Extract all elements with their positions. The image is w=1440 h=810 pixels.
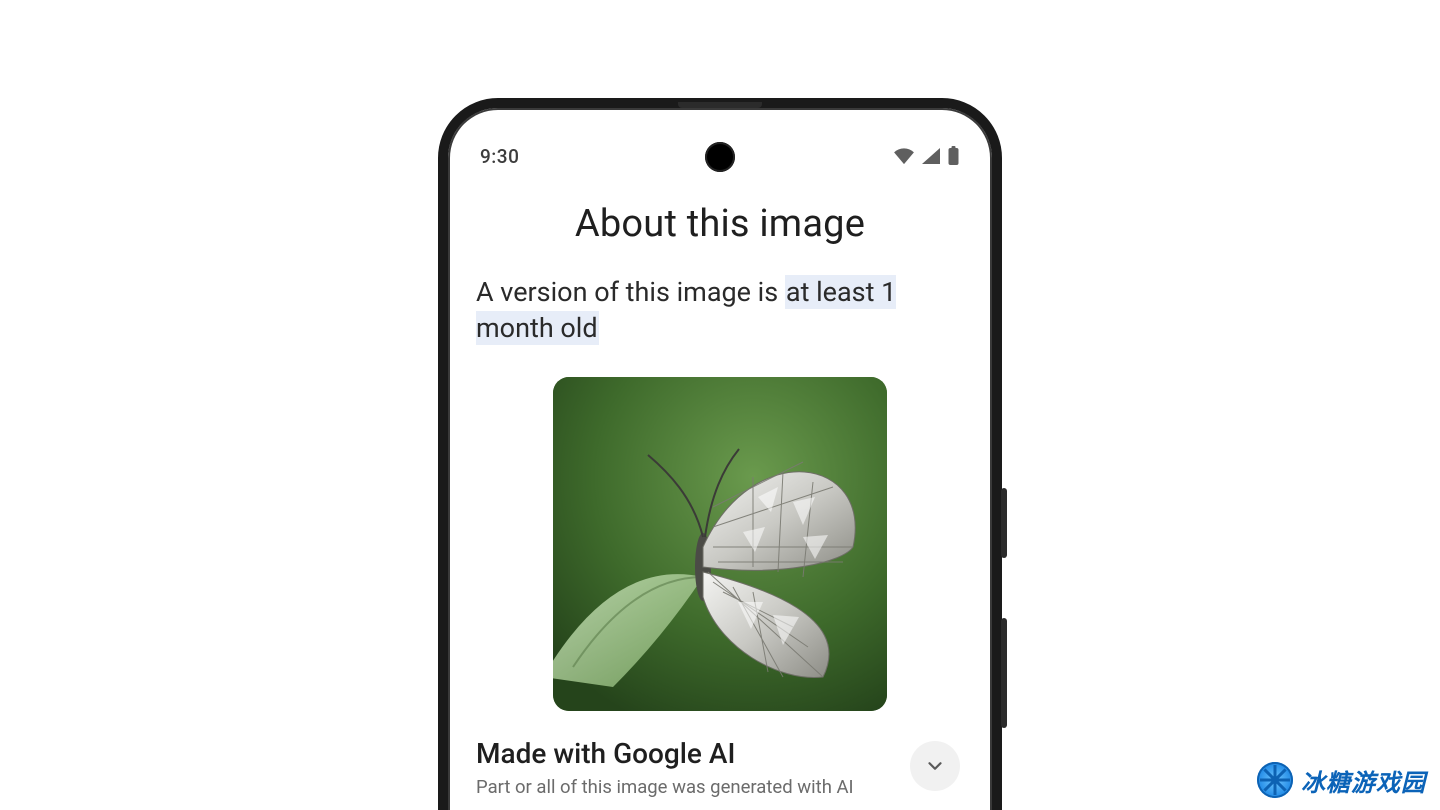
phone-frame: 9:30 About this image [438, 98, 1002, 810]
expand-button[interactable] [910, 741, 960, 791]
phone-side-button-upper [1001, 488, 1007, 558]
image-age-prefix: A version of this image is [476, 276, 785, 308]
about-image-panel: About this image A version of this image… [452, 172, 988, 798]
provenance-heading: Made with Google AI [476, 737, 854, 770]
phone-speaker-slit [678, 102, 762, 108]
status-icon-tray [893, 146, 960, 166]
cell-signal-icon [921, 147, 941, 165]
image-age-statement: A version of this image is at least 1 mo… [476, 274, 964, 347]
front-camera-punch-hole [705, 142, 735, 172]
wifi-icon [893, 147, 915, 165]
chevron-down-icon [924, 755, 946, 777]
provenance-card: Made with Google AI Part or all of this … [476, 737, 964, 798]
site-watermark-text: 冰糖游戏园 [1301, 763, 1426, 798]
page-title: About this image [476, 202, 964, 246]
phone-side-button-lower [1001, 618, 1007, 728]
status-clock: 9:30 [480, 145, 519, 168]
snowflake-logo-icon [1257, 762, 1293, 798]
battery-icon [947, 146, 960, 166]
site-watermark: 冰糖游戏园 [1257, 762, 1426, 798]
provenance-body: Part or all of this image was generated … [476, 776, 854, 798]
image-preview[interactable] [553, 377, 887, 711]
